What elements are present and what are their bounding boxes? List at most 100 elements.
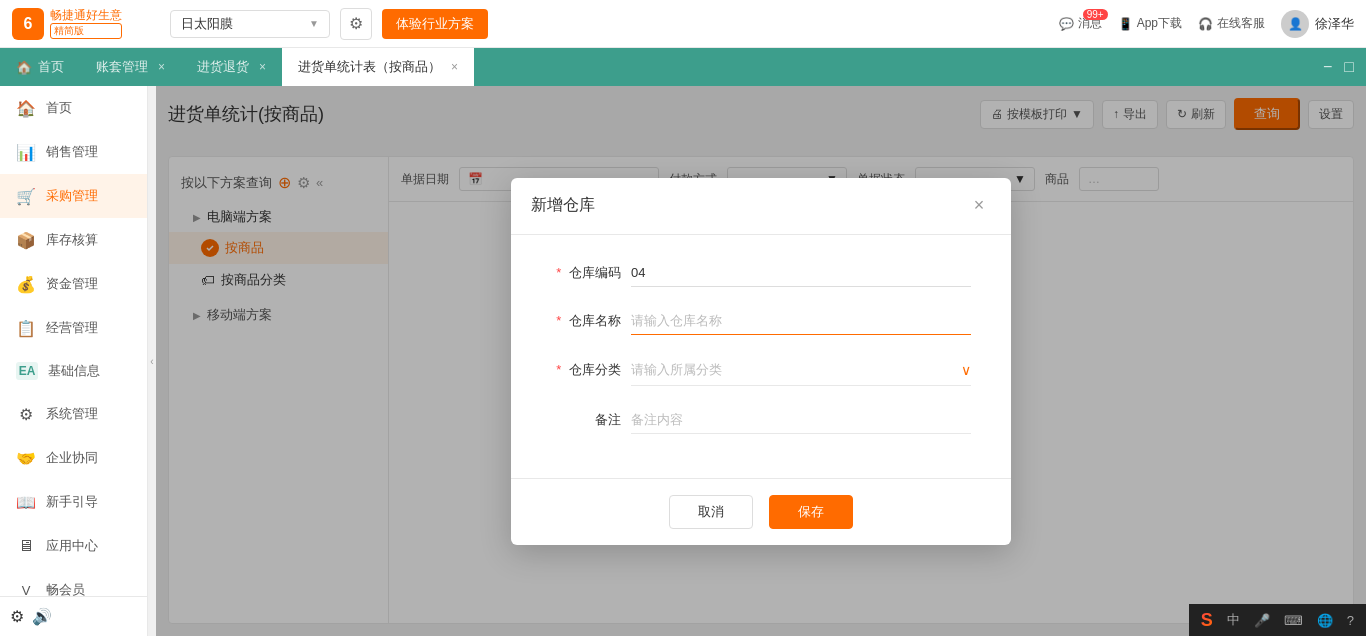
- warehouse-name-input[interactable]: [631, 307, 971, 335]
- chinese-label: 中: [1227, 611, 1240, 629]
- s-logo: S: [1201, 610, 1213, 631]
- online-service-label: 在线客服: [1217, 15, 1265, 32]
- basic-info-icon: EA: [16, 362, 38, 380]
- category-select[interactable]: 请输入所属分类 ∨: [631, 355, 971, 386]
- inventory-icon: 📦: [16, 230, 36, 250]
- modal-overlay: 新增仓库 × * 仓库编码 *: [156, 86, 1366, 636]
- sidebar-item-home-label: 首页: [46, 99, 72, 117]
- form-row-code: * 仓库编码: [551, 259, 971, 287]
- member-icon: V: [16, 580, 36, 596]
- mic-icon[interactable]: 🎤: [1254, 613, 1270, 628]
- bottom-bar: S 中 🎤 ⌨ 🌐 ?: [1189, 604, 1366, 636]
- sidebar-item-enterprise[interactable]: 🤝 企业协同: [0, 436, 147, 480]
- form-row-note: 备注: [551, 406, 971, 434]
- tab-purchase-return-close[interactable]: ×: [259, 60, 266, 74]
- name-required-mark: *: [556, 313, 561, 328]
- sidebar: 🏠 首页 📊 销售管理 🛒 采购管理 📦 库存核算 💰 资金管理 📋 经: [0, 86, 148, 636]
- store-selector[interactable]: 日太阳膜 ▼: [170, 10, 330, 38]
- cancel-button[interactable]: 取消: [669, 495, 753, 529]
- app-center-icon: 🖥: [16, 536, 36, 556]
- save-button[interactable]: 保存: [769, 495, 853, 529]
- form-row-name: * 仓库名称: [551, 307, 971, 335]
- username: 徐泽华: [1315, 15, 1354, 33]
- category-placeholder: 请输入所属分类: [631, 361, 961, 379]
- system-icon: ⚙: [16, 404, 36, 424]
- sidebar-item-system[interactable]: ⚙ 系统管理: [0, 392, 147, 436]
- note-label: 备注: [551, 411, 631, 429]
- tab-purchase-stat[interactable]: 进货单统计表（按商品） ×: [282, 48, 474, 86]
- message-button[interactable]: 💬 消息 99+: [1059, 15, 1102, 32]
- tab-purchase-stat-close[interactable]: ×: [451, 60, 458, 74]
- help-icon[interactable]: ?: [1347, 613, 1354, 628]
- sidebar-item-finance[interactable]: 💰 资金管理: [0, 262, 147, 306]
- sidebar-nav: 🏠 首页 📊 销售管理 🛒 采购管理 📦 库存核算 💰 资金管理 📋 经: [0, 86, 147, 596]
- top-header: 6 畅捷通好生意 精简版 日太阳膜 ▼ ⚙ 体验行业方案 💬 消息 99+ 📱 …: [0, 0, 1366, 48]
- headset-icon: 🎧: [1198, 17, 1213, 31]
- store-name: 日太阳膜: [181, 15, 301, 33]
- app-badge: 精简版: [50, 23, 122, 39]
- sidebar-item-system-label: 系统管理: [46, 405, 98, 423]
- sidebar-item-app-center-label: 应用中心: [46, 537, 98, 555]
- tab-controls: − □: [1311, 58, 1366, 76]
- guide-icon: 📖: [16, 492, 36, 512]
- sidebar-item-finance-label: 资金管理: [46, 275, 98, 293]
- translate-icon[interactable]: 🌐: [1317, 613, 1333, 628]
- sidebar-item-basic-info[interactable]: EA 基础信息: [0, 350, 147, 392]
- code-required-mark: *: [556, 265, 561, 280]
- purchase-icon: 🛒: [16, 186, 36, 206]
- sidebar-item-purchase[interactable]: 🛒 采购管理: [0, 174, 147, 218]
- sidebar-item-operation-label: 经营管理: [46, 319, 98, 337]
- modal-add-warehouse: 新增仓库 × * 仓库编码 *: [511, 178, 1011, 545]
- sidebar-item-inventory[interactable]: 📦 库存核算: [0, 218, 147, 262]
- home-nav-icon: 🏠: [16, 98, 36, 118]
- sidebar-item-home[interactable]: 🏠 首页: [0, 86, 147, 130]
- sidebar-item-member-label: 畅会员: [46, 581, 85, 596]
- message-badge: 99+: [1083, 9, 1108, 20]
- category-required-mark: *: [556, 362, 561, 377]
- main-layout: 🏠 首页 📊 销售管理 🛒 采购管理 📦 库存核算 💰 资金管理 📋 经: [0, 86, 1366, 636]
- tab-next-button[interactable]: □: [1340, 58, 1358, 76]
- modal-close-button[interactable]: ×: [967, 194, 991, 218]
- trial-button[interactable]: 体验行业方案: [382, 9, 488, 39]
- keyboard-icon[interactable]: ⌨: [1284, 613, 1303, 628]
- settings-bottom-icon[interactable]: ⚙: [10, 607, 24, 626]
- name-label: * 仓库名称: [551, 312, 631, 330]
- tab-account-close[interactable]: ×: [158, 60, 165, 74]
- gear-icon: ⚙: [349, 14, 363, 33]
- tab-purchase-return[interactable]: 进货退货 ×: [181, 48, 282, 86]
- sidebar-item-sales[interactable]: 📊 销售管理: [0, 130, 147, 174]
- enterprise-icon: 🤝: [16, 448, 36, 468]
- tab-home-label: 首页: [38, 58, 64, 76]
- sidebar-item-app-center[interactable]: 🖥 应用中心: [0, 524, 147, 568]
- message-icon: 💬: [1059, 17, 1074, 31]
- app-download-label: App下载: [1137, 15, 1182, 32]
- settings-button[interactable]: ⚙: [340, 8, 372, 40]
- sidebar-bottom: ⚙ 🔊: [0, 596, 147, 636]
- tab-home[interactable]: 🏠 首页: [0, 48, 80, 86]
- tab-bar: 🏠 首页 账套管理 × 进货退货 × 进货单统计表（按商品） × − □: [0, 48, 1366, 86]
- tab-account-label: 账套管理: [96, 58, 148, 76]
- content-area: 进货单统计(按商品) 🖨 按模板打印 ▼ ↑ 导出 ↻ 刷新: [156, 86, 1366, 636]
- finance-icon: 💰: [16, 274, 36, 294]
- home-icon: 🏠: [16, 60, 32, 75]
- sidebar-item-member[interactable]: V 畅会员: [0, 568, 147, 596]
- sidebar-item-guide[interactable]: 📖 新手引导: [0, 480, 147, 524]
- warehouse-code-input[interactable]: [631, 259, 971, 287]
- sidebar-collapse-handle[interactable]: ‹: [148, 86, 156, 636]
- category-dropdown-icon: ∨: [961, 362, 971, 378]
- tab-prev-button[interactable]: −: [1319, 58, 1336, 76]
- brand-name: 畅捷通好生意: [50, 8, 122, 24]
- sidebar-item-operation[interactable]: 📋 经营管理: [0, 306, 147, 350]
- user-area[interactable]: 👤 徐泽华: [1281, 10, 1354, 38]
- phone-icon: 📱: [1118, 17, 1133, 31]
- sidebar-item-enterprise-label: 企业协同: [46, 449, 98, 467]
- online-service-button[interactable]: 🎧 在线客服: [1198, 15, 1265, 32]
- speaker-icon[interactable]: 🔊: [32, 607, 52, 626]
- sales-icon: 📊: [16, 142, 36, 162]
- avatar: 👤: [1281, 10, 1309, 38]
- tab-account[interactable]: 账套管理 ×: [80, 48, 181, 86]
- modal-body: * 仓库编码 * 仓库名称: [511, 235, 1011, 478]
- warehouse-note-input[interactable]: [631, 406, 971, 434]
- modal-title: 新增仓库: [531, 195, 595, 216]
- app-download-button[interactable]: 📱 App下载: [1118, 15, 1182, 32]
